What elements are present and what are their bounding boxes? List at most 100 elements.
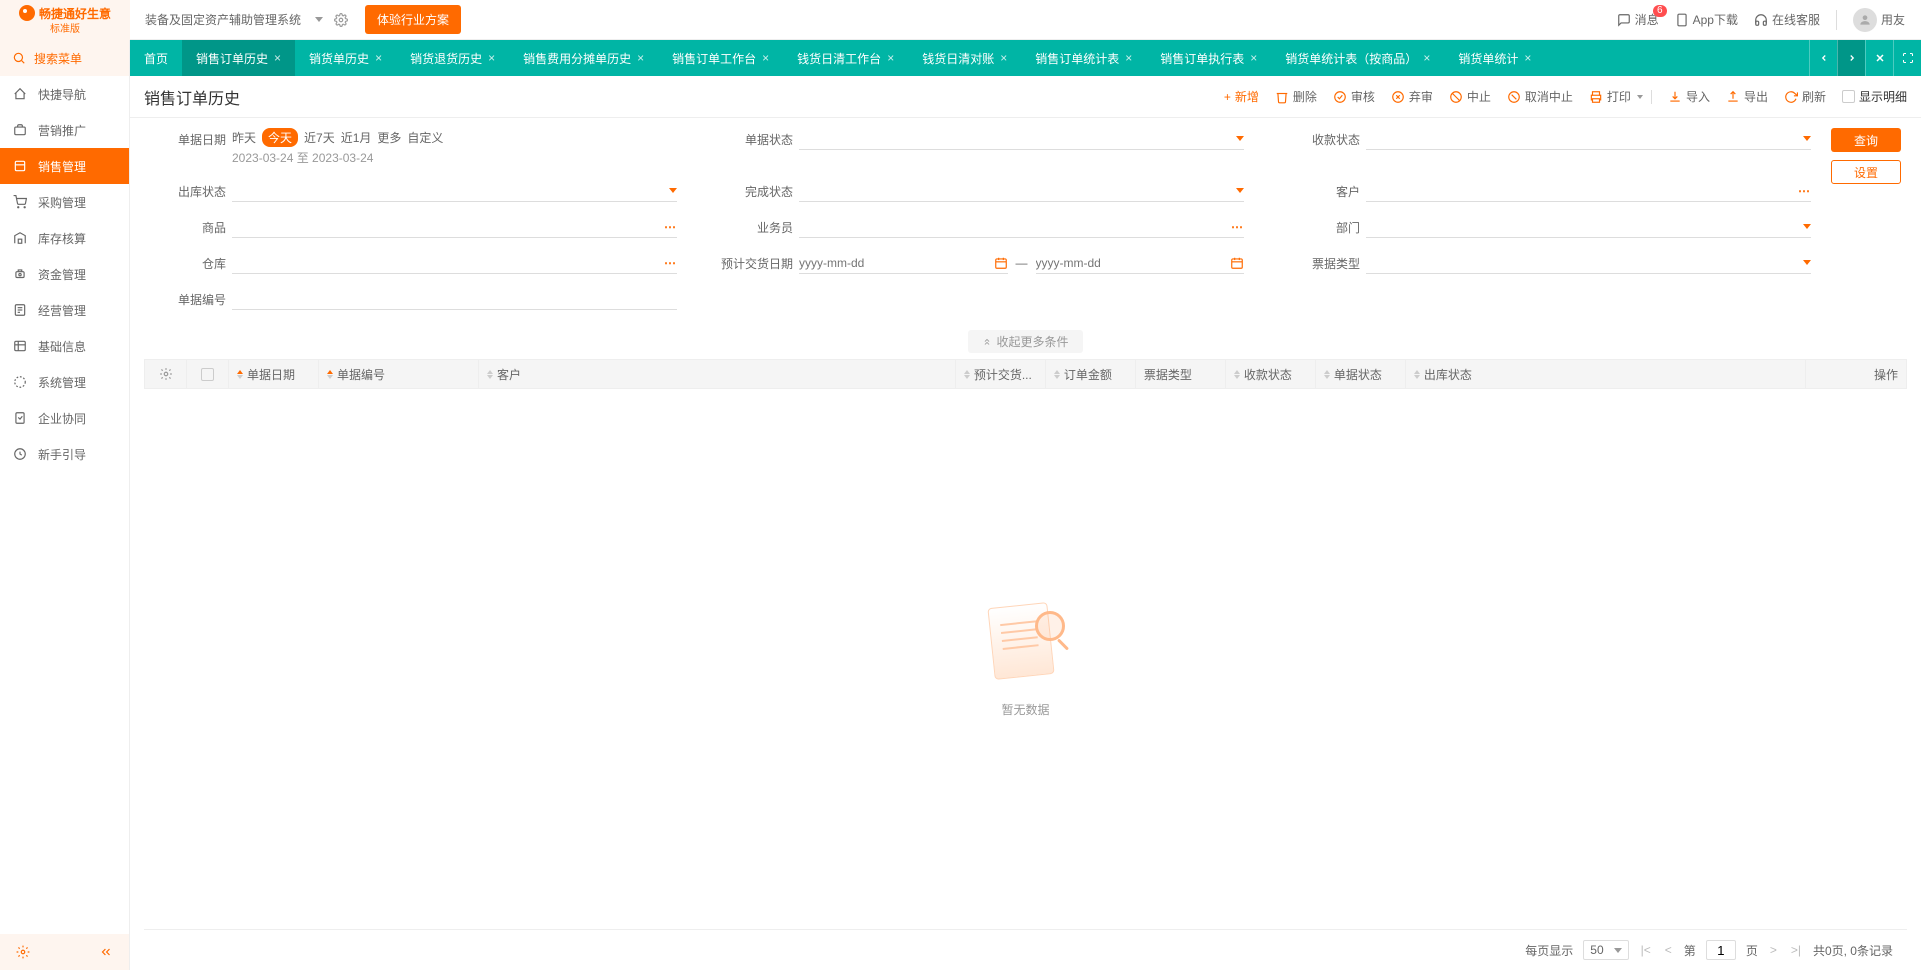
select-all-checkbox[interactable]: [187, 360, 229, 388]
tab[interactable]: 销售费用分摊单历史×: [509, 40, 658, 76]
date-chip[interactable]: 近1月: [341, 129, 372, 146]
col-amount[interactable]: 订单金额: [1046, 360, 1136, 388]
show-detail-checkbox[interactable]: 显示明细: [1842, 88, 1907, 105]
add-button[interactable]: +新增: [1224, 88, 1259, 105]
app-download-button[interactable]: App下载: [1675, 11, 1738, 28]
query-button[interactable]: 查询: [1831, 128, 1901, 152]
tab[interactable]: 销售订单工作台×: [658, 40, 783, 76]
field-done-status[interactable]: 完成状态: [717, 180, 1244, 202]
abandon-audit-button[interactable]: 弃审: [1391, 88, 1433, 105]
tab[interactable]: 钱货日清对账×: [908, 40, 1021, 76]
sidebar-search[interactable]: 搜索菜单: [0, 40, 129, 76]
field-warehouse[interactable]: 仓库 ⋯: [150, 252, 677, 274]
tab-close-icon[interactable]: ×: [1000, 51, 1007, 65]
page-input[interactable]: [1706, 940, 1736, 960]
col-customer[interactable]: 客户: [479, 360, 956, 388]
customer-service-button[interactable]: 在线客服: [1754, 11, 1820, 28]
date-from-input[interactable]: [799, 256, 994, 270]
sidebar-item[interactable]: 经营管理: [0, 292, 129, 328]
date-to-input[interactable]: [1036, 256, 1231, 270]
tab-close-icon[interactable]: ×: [488, 51, 495, 65]
col-order-no[interactable]: 单据编号: [319, 360, 479, 388]
more-icon[interactable]: ⋯: [1798, 184, 1811, 198]
refresh-button[interactable]: 刷新: [1784, 88, 1826, 105]
export-button[interactable]: 导出: [1726, 88, 1768, 105]
sidebar-item[interactable]: 营销推广: [0, 112, 129, 148]
field-ticket-type[interactable]: 票据类型: [1284, 252, 1811, 274]
tab-close-icon[interactable]: ×: [274, 51, 281, 65]
col-order-date[interactable]: 单据日期: [229, 360, 319, 388]
col-expect-delivery[interactable]: 预计交货...: [956, 360, 1046, 388]
expect-date-from[interactable]: [799, 252, 1008, 274]
tabs-fullscreen[interactable]: [1893, 40, 1921, 76]
date-chip[interactable]: 自定义: [407, 129, 443, 146]
settings-button[interactable]: 设置: [1831, 160, 1901, 184]
collapse-filter-button[interactable]: 收起更多条件: [150, 324, 1901, 359]
tab-close-icon[interactable]: ×: [1524, 51, 1531, 65]
field-out-status[interactable]: 出库状态: [150, 180, 677, 202]
tab[interactable]: 钱货日清工作台×: [783, 40, 908, 76]
sidebar-item[interactable]: 销售管理: [0, 148, 129, 184]
tab[interactable]: 销售订单统计表×: [1021, 40, 1146, 76]
stop-button[interactable]: 中止: [1449, 88, 1491, 105]
more-icon[interactable]: ⋯: [1231, 220, 1244, 234]
user-menu[interactable]: 用友: [1853, 8, 1905, 32]
unstop-button[interactable]: 取消中止: [1507, 88, 1573, 105]
tab-close-icon[interactable]: ×: [1125, 51, 1132, 65]
field-order-no[interactable]: 单据编号: [150, 288, 677, 310]
tab-close-icon[interactable]: ×: [375, 51, 382, 65]
date-chip[interactable]: 更多: [377, 129, 401, 146]
field-dept[interactable]: 部门: [1284, 216, 1811, 238]
delete-button[interactable]: 删除: [1275, 88, 1317, 105]
tab-close-icon[interactable]: ×: [1423, 51, 1430, 65]
more-icon[interactable]: ⋯: [664, 220, 677, 234]
logo-area[interactable]: 畅捷通好生意 标准版: [0, 0, 130, 40]
field-pay-status[interactable]: 收款状态: [1284, 128, 1811, 166]
sidebar-item[interactable]: 基础信息: [0, 328, 129, 364]
sidebar-item[interactable]: 采购管理: [0, 184, 129, 220]
page-prev[interactable]: <: [1663, 943, 1674, 957]
per-page-select[interactable]: 50: [1583, 940, 1628, 960]
more-icon[interactable]: ⋯: [664, 256, 677, 270]
tab-close-icon[interactable]: ×: [637, 51, 644, 65]
col-pay-status[interactable]: 收款状态: [1226, 360, 1316, 388]
sidebar-item[interactable]: 快捷导航: [0, 76, 129, 112]
date-chip[interactable]: 今天: [262, 128, 298, 147]
tab[interactable]: 销售订单执行表×: [1146, 40, 1271, 76]
sidebar-item[interactable]: 系统管理: [0, 364, 129, 400]
settings-icon[interactable]: [16, 945, 30, 959]
tab-close-icon[interactable]: ×: [1250, 51, 1257, 65]
field-product[interactable]: 商品 ⋯: [150, 216, 677, 238]
tab[interactable]: 销货单统计表（按商品）×: [1271, 40, 1444, 76]
col-out-status[interactable]: 出库状态: [1406, 360, 1806, 388]
industry-solution-button[interactable]: 体验行业方案: [365, 5, 461, 34]
tab-close-icon[interactable]: ×: [762, 51, 769, 65]
tab-close-icon[interactable]: ×: [887, 51, 894, 65]
tab[interactable]: 销售订单历史×: [182, 40, 295, 76]
audit-button[interactable]: 审核: [1333, 88, 1375, 105]
sidebar-item[interactable]: 资金管理: [0, 256, 129, 292]
date-chip[interactable]: 昨天: [232, 129, 256, 146]
col-ticket-type[interactable]: 票据类型: [1136, 360, 1226, 388]
column-settings-button[interactable]: [145, 360, 187, 388]
collapse-sidebar-icon[interactable]: [99, 945, 113, 959]
sidebar-item[interactable]: 库存核算: [0, 220, 129, 256]
tabs-scroll-right[interactable]: [1837, 40, 1865, 76]
tabs-close-all[interactable]: [1865, 40, 1893, 76]
expect-date-to[interactable]: [1036, 252, 1245, 274]
tab[interactable]: 销货退货历史×: [396, 40, 509, 76]
messages-button[interactable]: 消息 6: [1617, 11, 1659, 28]
field-order-status[interactable]: 单据状态: [717, 128, 1244, 166]
tab[interactable]: 首页: [130, 40, 182, 76]
sidebar-item[interactable]: 新手引导: [0, 436, 129, 472]
calendar-icon[interactable]: [1230, 256, 1244, 270]
page-next[interactable]: >: [1768, 943, 1779, 957]
tabs-scroll-left[interactable]: [1809, 40, 1837, 76]
field-customer[interactable]: 客户 ⋯: [1284, 180, 1811, 202]
tab[interactable]: 销货单统计×: [1444, 40, 1545, 76]
calendar-icon[interactable]: [994, 256, 1008, 270]
page-first[interactable]: |<: [1639, 943, 1653, 957]
order-no-input[interactable]: [232, 288, 677, 310]
system-settings-button[interactable]: [329, 8, 353, 32]
page-last[interactable]: >|: [1789, 943, 1803, 957]
